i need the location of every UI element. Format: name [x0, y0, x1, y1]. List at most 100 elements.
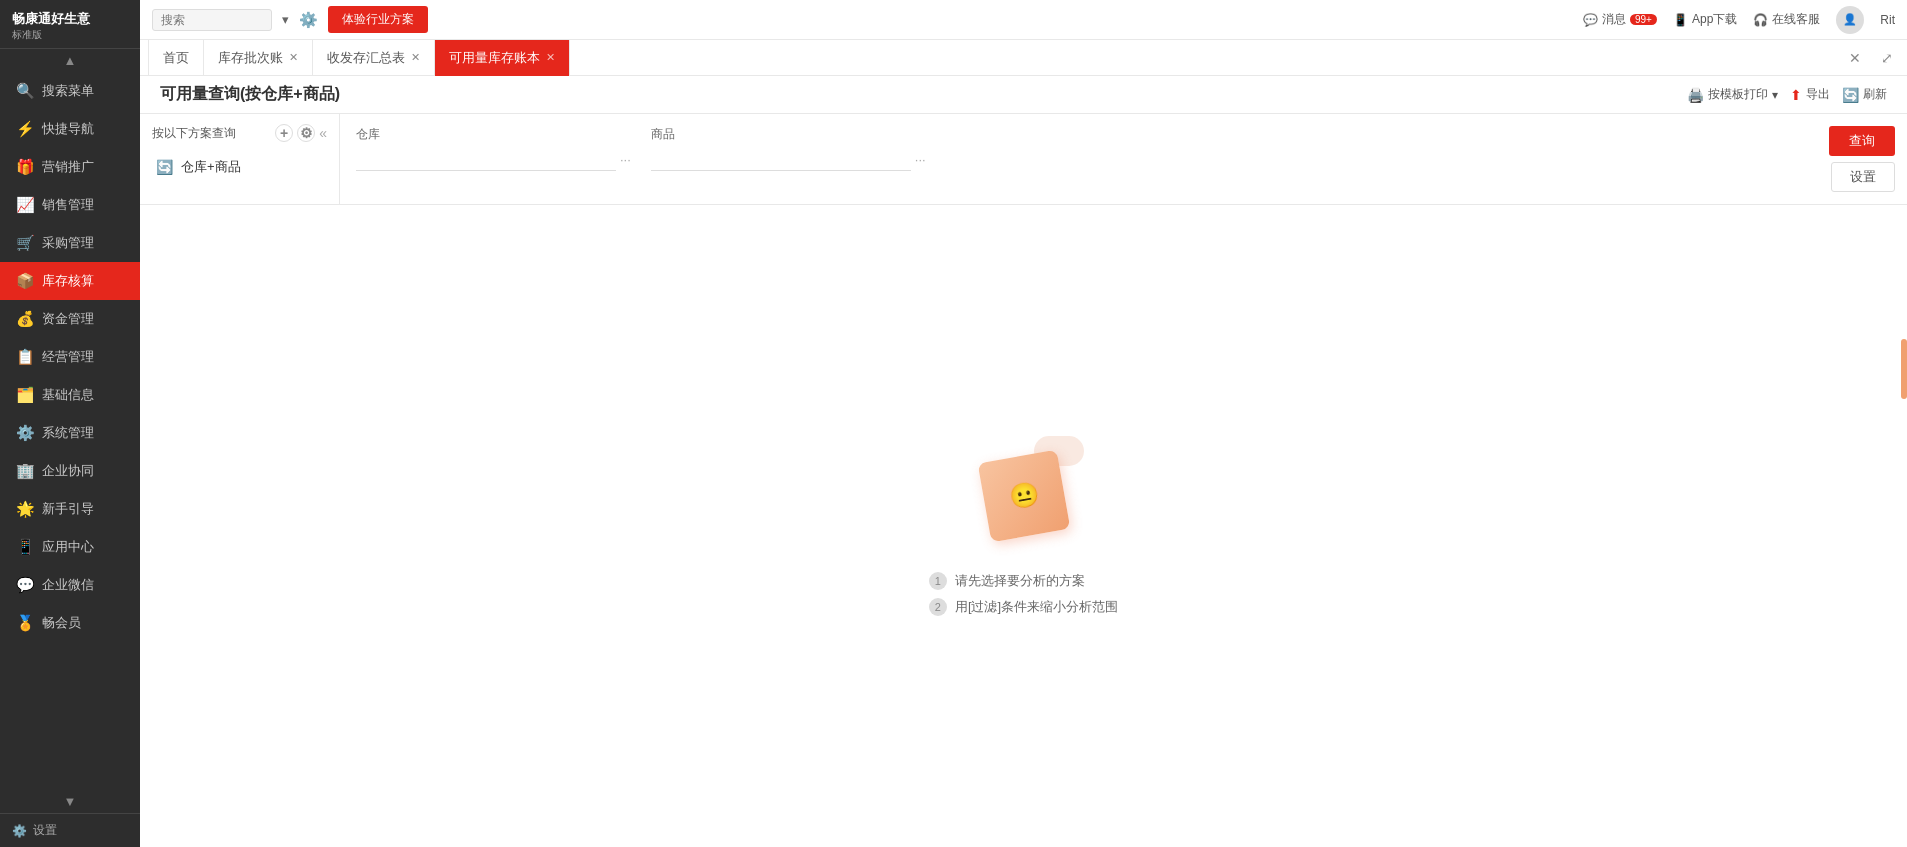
- sidebar-item-label: 新手引导: [42, 500, 94, 518]
- product-filter-label: 商品: [651, 126, 926, 143]
- export-btn[interactable]: ⬆ 导出: [1790, 86, 1830, 103]
- sidebar-item-enterprise[interactable]: 🏢 企业协同: [0, 452, 140, 490]
- online-service-btn[interactable]: 🎧 在线客服: [1753, 11, 1820, 28]
- app-download-btn[interactable]: 📱 App下载: [1673, 11, 1737, 28]
- sidebar-item-member[interactable]: 🏅 畅会员: [0, 604, 140, 642]
- topbar-gear-icon[interactable]: ⚙️: [299, 11, 318, 29]
- sidebar-item-sales[interactable]: 📈 销售管理: [0, 186, 140, 224]
- search-icon: 🔍: [16, 82, 34, 100]
- sidebar-item-search[interactable]: 🔍 搜索菜单: [0, 72, 140, 110]
- empty-tip-1: 1 请先选择要分析的方案: [929, 572, 1118, 590]
- avatar: 👤: [1836, 6, 1864, 34]
- sidebar-item-basic[interactable]: 🗂️ 基础信息: [0, 376, 140, 414]
- warehouse-more-icon[interactable]: ···: [620, 152, 631, 167]
- tab-stock-summary-label: 收发存汇总表: [327, 49, 405, 67]
- sidebar-item-label: 畅会员: [42, 614, 81, 632]
- page-header-actions: 🖨️ 按模板打印 ▾ ⬆ 导出 🔄 刷新: [1687, 86, 1887, 103]
- settings-bottom-icon: ⚙️: [12, 824, 27, 838]
- sidebar-item-finance[interactable]: 💰 资金管理: [0, 300, 140, 338]
- sidebar-item-inventory[interactable]: 📦 库存核算: [0, 262, 140, 300]
- scroll-up-btn[interactable]: ▲: [0, 49, 140, 72]
- headset-icon: 🎧: [1753, 13, 1768, 27]
- scheme-settings-btn[interactable]: ⚙: [297, 124, 315, 142]
- message-btn[interactable]: 💬 消息 99+: [1583, 11, 1657, 28]
- empty-tips: 1 请先选择要分析的方案 2 用[过滤]条件来缩小分析范围: [929, 572, 1118, 616]
- tab-stock-summary[interactable]: 收发存汇总表 ✕: [313, 40, 435, 76]
- newbie-icon: 🌟: [16, 500, 34, 518]
- sidebar-item-label: 搜索菜单: [42, 82, 94, 100]
- tabs-bar: 首页 库存批次账 ✕ 收发存汇总表 ✕ 可用量库存账本 ✕ ✕ ⤢: [140, 40, 1907, 76]
- app-version: 标准版: [12, 28, 128, 42]
- sidebar-item-system[interactable]: ⚙️ 系统管理: [0, 414, 140, 452]
- query-button[interactable]: 查询: [1829, 126, 1895, 156]
- expand-tabs-icon[interactable]: ⤢: [1875, 48, 1899, 68]
- tab-batch-account-label: 库存批次账: [218, 49, 283, 67]
- tip-num-2: 2: [929, 598, 947, 616]
- scroll-down-btn[interactable]: ▼: [0, 790, 140, 813]
- sidebar-item-label: 基础信息: [42, 386, 94, 404]
- export-label: 导出: [1806, 86, 1830, 103]
- search-input[interactable]: [152, 9, 272, 31]
- tab-available-stock-label: 可用量库存账本: [449, 49, 540, 67]
- collapse-panel-icon[interactable]: «: [319, 125, 327, 141]
- box-face-icon: 😐: [1006, 480, 1040, 513]
- username[interactable]: Rit: [1880, 13, 1895, 27]
- sidebar-item-label: 企业微信: [42, 576, 94, 594]
- warehouse-filter-input[interactable]: [356, 147, 616, 171]
- close-tab-available-stock-icon[interactable]: ✕: [546, 51, 555, 64]
- close-tab-stock-summary-icon[interactable]: ✕: [411, 51, 420, 64]
- settings-button[interactable]: 设置: [1831, 162, 1895, 192]
- tab-batch-account[interactable]: 库存批次账 ✕: [204, 40, 313, 76]
- message-badge: 99+: [1630, 14, 1657, 25]
- refresh-btn[interactable]: 🔄 刷新: [1842, 86, 1887, 103]
- tab-home[interactable]: 首页: [148, 40, 204, 76]
- product-more-icon[interactable]: ···: [915, 152, 926, 167]
- sidebar-item-label: 资金管理: [42, 310, 94, 328]
- sidebar-item-label: 营销推广: [42, 158, 94, 176]
- right-filter: 仓库 ··· 商品 ···: [340, 114, 1817, 204]
- tip-num-1: 1: [929, 572, 947, 590]
- trial-button[interactable]: 体验行业方案: [328, 6, 428, 33]
- sidebar-item-wechat[interactable]: 💬 企业微信: [0, 566, 140, 604]
- tip-text-2: 用[过滤]条件来缩小分析范围: [955, 598, 1118, 616]
- sidebar-bottom-label: 设置: [33, 822, 57, 839]
- add-scheme-btn[interactable]: +: [275, 124, 293, 142]
- sidebar-item-purchase[interactable]: 🛒 采购管理: [0, 224, 140, 262]
- tab-available-stock[interactable]: 可用量库存账本 ✕: [435, 40, 570, 76]
- warehouse-filter-label: 仓库: [356, 126, 631, 143]
- product-filter-input[interactable]: [651, 147, 911, 171]
- app-download-label: App下载: [1692, 11, 1737, 28]
- phone-icon: 📱: [1673, 13, 1688, 27]
- sidebar-item-apps[interactable]: 📱 应用中心: [0, 528, 140, 566]
- print-btn[interactable]: 🖨️ 按模板打印 ▾: [1687, 86, 1778, 103]
- action-buttons: 查询 设置: [1817, 114, 1907, 204]
- sidebar-item-marketing[interactable]: 🎁 营销推广: [0, 148, 140, 186]
- sidebar-item-operations[interactable]: 📋 经营管理: [0, 338, 140, 376]
- sidebar-item-shortcut[interactable]: ⚡ 快捷导航: [0, 110, 140, 148]
- print-icon: 🖨️: [1687, 87, 1704, 103]
- sidebar-item-label: 快捷导航: [42, 120, 94, 138]
- sidebar: 畅康通好生意 标准版 ▲ 🔍 搜索菜单 ⚡ 快捷导航 🎁 营销推广 📈 销售管理…: [0, 0, 140, 847]
- sidebar-bottom-btn[interactable]: ⚙️ 设置: [0, 813, 140, 847]
- sidebar-item-label: 系统管理: [42, 424, 94, 442]
- close-all-tabs-icon[interactable]: ✕: [1843, 48, 1867, 68]
- finance-icon: 💰: [16, 310, 34, 328]
- refresh-label: 刷新: [1863, 86, 1887, 103]
- export-icon: ⬆: [1790, 87, 1802, 103]
- sales-icon: 📈: [16, 196, 34, 214]
- scheme-item-label: 仓库+商品: [181, 158, 241, 176]
- topbar-dropdown-icon[interactable]: ▾: [282, 12, 289, 27]
- sidebar-item-newbie[interactable]: 🌟 新手引导: [0, 490, 140, 528]
- app-logo: 畅康通好生意 标准版: [0, 0, 140, 49]
- warehouse-filter-group: 仓库 ···: [356, 126, 631, 171]
- page-title: 可用量查询(按仓库+商品): [160, 84, 340, 105]
- close-tab-batch-account-icon[interactable]: ✕: [289, 51, 298, 64]
- message-label: 消息: [1602, 11, 1626, 28]
- scheme-item-warehouse-product[interactable]: 🔄 仓库+商品: [140, 150, 339, 184]
- right-scrollbar[interactable]: [1901, 339, 1907, 399]
- tip-text-1: 请先选择要分析的方案: [955, 572, 1085, 590]
- app-name: 畅康通好生意: [12, 10, 128, 28]
- print-dropdown-icon[interactable]: ▾: [1772, 88, 1778, 102]
- member-icon: 🏅: [16, 614, 34, 632]
- content-area: 可用量查询(按仓库+商品) 🖨️ 按模板打印 ▾ ⬆ 导出 🔄 刷新: [140, 76, 1907, 847]
